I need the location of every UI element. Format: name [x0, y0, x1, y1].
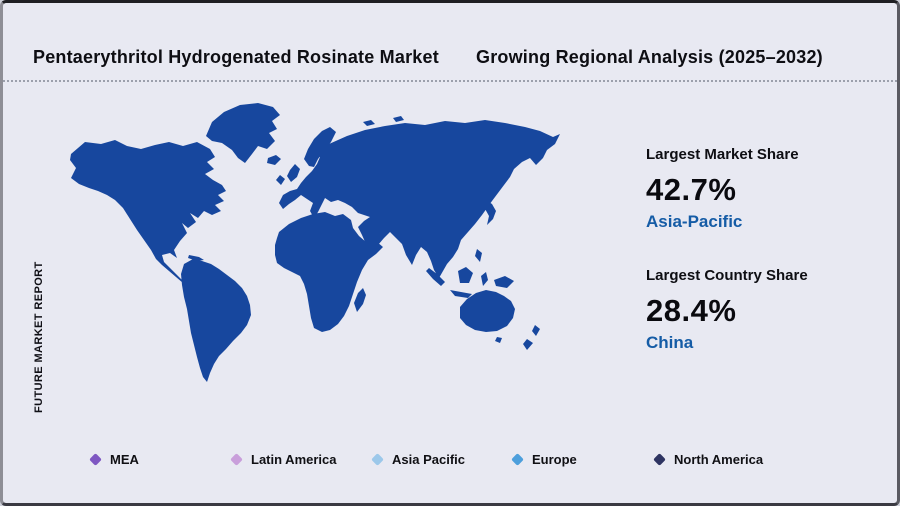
country-share-value: 28.4%: [646, 293, 737, 328]
market-share-value: 42.7%: [646, 172, 737, 207]
legend-item-asia-pacific: Asia Pacific: [371, 451, 465, 467]
legend-item-europe: Europe: [511, 451, 577, 467]
largest-market-share-block: Largest Market Share 42.7% Asia-Pacific: [646, 146, 886, 232]
market-share-region: Asia-Pacific: [646, 212, 743, 231]
legend-label-europe: Europe: [532, 451, 577, 467]
header-divider: [3, 80, 897, 82]
title-analysis-range: Growing Regional Analysis (2025–2032): [476, 47, 823, 67]
legend-item-latin-america: Latin America: [230, 451, 337, 467]
legend-item-mea: MEA: [89, 451, 139, 467]
world-map-landmass: [70, 103, 560, 382]
legend-label-latin-america: Latin America: [251, 451, 337, 467]
brand-vertical-text: FUTURE MARKET REPORT: [33, 261, 45, 413]
mea-diamond-icon: [89, 452, 102, 466]
page-title: Pentaerythritol Hydrogenated Rosinate Ma…: [33, 47, 879, 71]
legend-label-north-america: North America: [674, 451, 764, 467]
title-market-name: Pentaerythritol Hydrogenated Rosinate Ma…: [33, 47, 439, 67]
legend-item-north-america: North America: [653, 451, 764, 467]
market-share-label: Largest Market Share: [646, 146, 799, 163]
europe-diamond-icon: [511, 452, 524, 466]
asia-pacific-diamond-icon: [371, 452, 384, 466]
legend-label-mea: MEA: [110, 451, 139, 467]
world-map-svg: [70, 103, 560, 382]
latin-america-diamond-icon: [230, 452, 243, 466]
country-share-region: China: [646, 333, 694, 352]
country-share-label: Largest Country Share: [646, 267, 808, 284]
legend-label-asia-pacific: Asia Pacific: [392, 451, 465, 467]
north-america-diamond-icon: [653, 452, 666, 466]
world-map: [63, 91, 623, 423]
largest-country-share-block: Largest Country Share 28.4% China: [646, 267, 886, 353]
infographic-frame: Pentaerythritol Hydrogenated Rosinate Ma…: [0, 0, 900, 506]
